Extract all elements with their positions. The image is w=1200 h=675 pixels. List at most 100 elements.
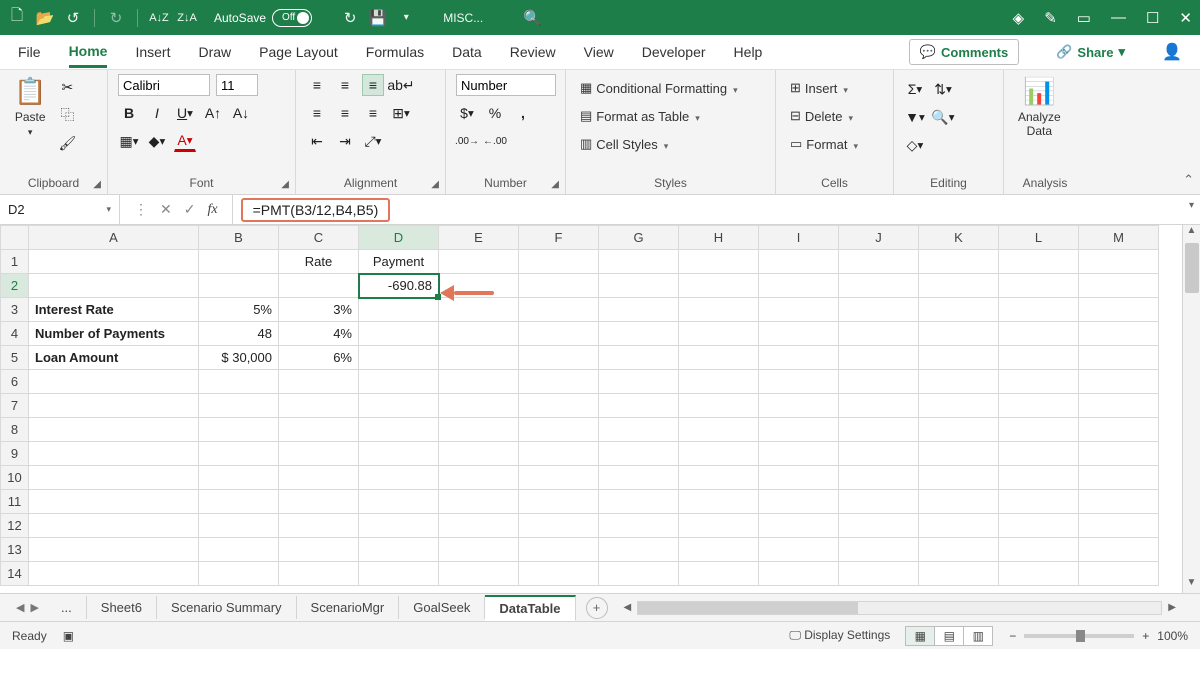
cell-M3[interactable] <box>1079 298 1159 322</box>
cell-M10[interactable] <box>1079 466 1159 490</box>
zoom-in-icon[interactable]: + <box>1142 629 1149 643</box>
align-left-icon[interactable]: ≡ <box>306 102 328 124</box>
cell-M4[interactable] <box>1079 322 1159 346</box>
cell-K10[interactable] <box>919 466 999 490</box>
cell-D4[interactable] <box>359 322 439 346</box>
italic-icon[interactable]: I <box>146 102 168 124</box>
cell-F2[interactable] <box>519 274 599 298</box>
cell-G7[interactable] <box>599 394 679 418</box>
row-header-10[interactable]: 10 <box>1 466 29 490</box>
cell-K13[interactable] <box>919 538 999 562</box>
cell-E10[interactable] <box>439 466 519 490</box>
premium-icon[interactable]: ◈ <box>1013 9 1025 27</box>
cell-C14[interactable] <box>279 562 359 586</box>
vertical-scrollbar[interactable]: ▲▼ <box>1182 225 1200 593</box>
format-painter-icon[interactable]: 🖌 <box>56 132 78 154</box>
cell-I4[interactable] <box>759 322 839 346</box>
cell-F5[interactable] <box>519 346 599 370</box>
tab-review[interactable]: Review <box>510 38 556 66</box>
cell-styles-button[interactable]: ▥ Cell Styles <box>576 134 742 154</box>
cell-A6[interactable] <box>29 370 199 394</box>
cell-H4[interactable] <box>679 322 759 346</box>
cell-F9[interactable] <box>519 442 599 466</box>
cell-E11[interactable] <box>439 490 519 514</box>
cell-C12[interactable] <box>279 514 359 538</box>
cell-B6[interactable] <box>199 370 279 394</box>
tab-file[interactable]: File <box>18 38 41 66</box>
cell-B12[interactable] <box>199 514 279 538</box>
fx-icon[interactable]: fx <box>207 202 217 218</box>
tab-insert[interactable]: Insert <box>135 38 170 66</box>
cell-L5[interactable] <box>999 346 1079 370</box>
col-header-E[interactable]: E <box>439 226 519 250</box>
cell-B10[interactable] <box>199 466 279 490</box>
cell-I2[interactable] <box>759 274 839 298</box>
tab-developer[interactable]: Developer <box>642 38 706 66</box>
cell-B14[interactable] <box>199 562 279 586</box>
increase-font-icon[interactable]: A↑ <box>202 102 224 124</box>
cell-J13[interactable] <box>839 538 919 562</box>
row-header-13[interactable]: 13 <box>1 538 29 562</box>
tab-help[interactable]: Help <box>734 38 763 66</box>
sheet-tab-goalseek[interactable]: GoalSeek <box>399 596 485 619</box>
cell-F8[interactable] <box>519 418 599 442</box>
cell-H5[interactable] <box>679 346 759 370</box>
cell-D10[interactable] <box>359 466 439 490</box>
cell-L11[interactable] <box>999 490 1079 514</box>
decrease-font-icon[interactable]: A↓ <box>230 102 252 124</box>
cell-I6[interactable] <box>759 370 839 394</box>
cell-K12[interactable] <box>919 514 999 538</box>
undo-icon[interactable]: ↺ <box>64 9 82 27</box>
decrease-decimal-icon[interactable]: ←.00 <box>484 130 506 152</box>
cell-K7[interactable] <box>919 394 999 418</box>
col-header-J[interactable]: J <box>839 226 919 250</box>
conditional-formatting-button[interactable]: ▦ Conditional Formatting <box>576 78 742 98</box>
formula-input[interactable]: =PMT(B3/12,B4,B5) ▾ <box>233 195 1200 224</box>
align-middle-icon[interactable]: ≡ <box>334 74 356 96</box>
row-header-14[interactable]: 14 <box>1 562 29 586</box>
cell-E8[interactable] <box>439 418 519 442</box>
cell-C4[interactable]: 4% <box>279 322 359 346</box>
cell-F4[interactable] <box>519 322 599 346</box>
cell-J5[interactable] <box>839 346 919 370</box>
cell-M7[interactable] <box>1079 394 1159 418</box>
display-settings-button[interactable]: 🖵 Display Settings <box>789 628 890 643</box>
cell-D11[interactable] <box>359 490 439 514</box>
cell-F6[interactable] <box>519 370 599 394</box>
cell-J11[interactable] <box>839 490 919 514</box>
number-dialog-icon[interactable]: ◢ <box>551 179 559 190</box>
row-header-1[interactable]: 1 <box>1 250 29 274</box>
sheet-tab-scenario-summary[interactable]: Scenario Summary <box>157 596 297 619</box>
cell-I9[interactable] <box>759 442 839 466</box>
cell-I3[interactable] <box>759 298 839 322</box>
ribbon-mode-icon[interactable]: ▭ <box>1077 9 1091 27</box>
sheet-nav-next-icon[interactable]: ▶ <box>30 601 38 614</box>
cell-B13[interactable] <box>199 538 279 562</box>
cut-icon[interactable]: ✂ <box>56 76 78 98</box>
cell-L9[interactable] <box>999 442 1079 466</box>
minimize-icon[interactable]: — <box>1111 9 1126 26</box>
col-header-M[interactable]: M <box>1079 226 1159 250</box>
cell-L2[interactable] <box>999 274 1079 298</box>
delete-cells-button[interactable]: ⊟ Delete <box>786 106 862 126</box>
search-icon[interactable]: 🔍 <box>523 9 542 27</box>
zoom-slider[interactable] <box>1024 634 1134 638</box>
cell-A5[interactable]: Loan Amount <box>29 346 199 370</box>
cell-E3[interactable] <box>439 298 519 322</box>
cell-E9[interactable] <box>439 442 519 466</box>
find-icon[interactable]: 🔍▾ <box>932 106 954 128</box>
page-break-view-icon[interactable]: ▥ <box>963 626 993 646</box>
tab-formulas[interactable]: Formulas <box>366 38 424 66</box>
row-header-11[interactable]: 11 <box>1 490 29 514</box>
autosave-toggle[interactable]: AutoSave Off <box>214 9 331 27</box>
cell-J4[interactable] <box>839 322 919 346</box>
cell-G10[interactable] <box>599 466 679 490</box>
row-header-9[interactable]: 9 <box>1 442 29 466</box>
close-icon[interactable]: ✕ <box>1179 9 1192 27</box>
cell-F10[interactable] <box>519 466 599 490</box>
cell-K3[interactable] <box>919 298 999 322</box>
cell-D1[interactable]: Payment <box>359 250 439 274</box>
cell-A12[interactable] <box>29 514 199 538</box>
insert-cells-button[interactable]: ⊞ Insert <box>786 78 862 98</box>
cell-H10[interactable] <box>679 466 759 490</box>
